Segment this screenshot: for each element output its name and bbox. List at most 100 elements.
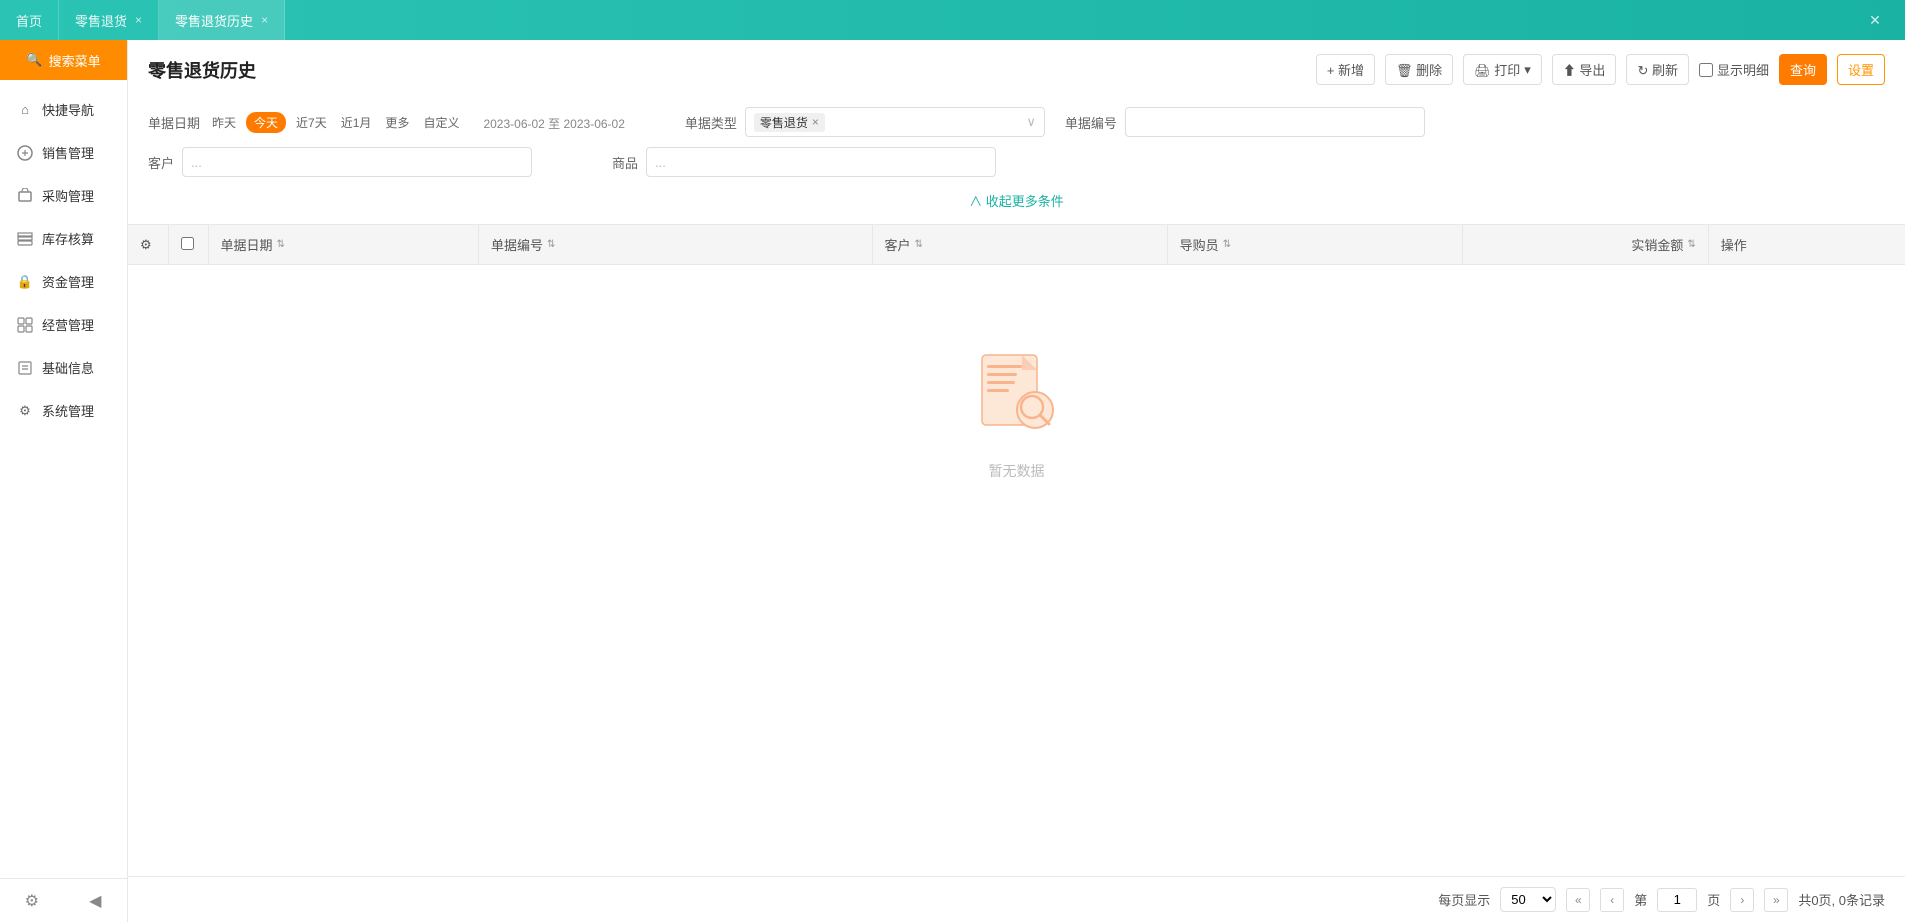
new-button[interactable]: + 新增 (1316, 54, 1375, 85)
filter-area: 单据日期 昨天 今天 近7天 近1月 更多 自定义 2023-06-02 至 2… (148, 97, 1885, 214)
sidebar-item-operation[interactable]: 经营管理 (0, 303, 127, 346)
th-operation-label: 操作 (1721, 238, 1747, 253)
type-select-dropdown-icon: ∨ (1026, 114, 1036, 130)
number-sort-icon: ⇅ (547, 239, 555, 250)
page-first-btn[interactable]: « (1566, 888, 1590, 912)
sidebar-item-purchase[interactable]: 采购管理 (0, 174, 127, 217)
sidebar-item-quicknav[interactable]: ⌂ 快捷导航 (0, 88, 127, 131)
export-button-label: ⬆ 导出 (1563, 60, 1606, 79)
date-filter: 单据日期 昨天 今天 近7天 近1月 更多 自定义 (148, 112, 463, 133)
date-range-text: 2023-06-02 至 2023-06-02 (483, 115, 624, 132)
th-amount-label: 实销金额 (1631, 235, 1683, 254)
goods-filter-label: 商品 (612, 153, 638, 172)
table-header-row: ⚙ 单据日期 ⇅ (128, 225, 1905, 265)
customer-placeholder: ... (191, 155, 202, 170)
print-button[interactable]: 🖨 打印 ▾ (1463, 54, 1542, 85)
tab-retail-return-label: 零售退货 (75, 11, 127, 30)
th-settings[interactable]: ⚙ (128, 225, 168, 265)
print-dropdown-icon: ▾ (1524, 62, 1531, 78)
window-close-btn[interactable]: ✕ (1861, 6, 1889, 34)
settings-icon: ⚙ (140, 237, 152, 252)
date-filter-label: 单据日期 (148, 113, 200, 132)
page-next-icon: › (1740, 893, 1744, 907)
collapse-button[interactable]: ∧ 收起更多条件 (953, 187, 1080, 214)
toolbar: + 新增 🗑 删除 🖨 打印 ▾ ⬆ 导出 ↻ 刷新 (1316, 54, 1885, 85)
empty-text: 暂无数据 (989, 461, 1045, 481)
customer-select[interactable]: ... (182, 147, 532, 177)
sidebar: 🔍 搜索菜单 ⌂ 快捷导航 销售管理 采购管理 (0, 40, 128, 922)
date-today[interactable]: 今天 (246, 112, 286, 133)
date-yesterday[interactable]: 昨天 (208, 112, 240, 133)
type-select[interactable]: 零售退货 × ∨ (745, 107, 1045, 137)
page-size-select[interactable]: 50 20 100 (1500, 887, 1556, 912)
sales-icon (16, 144, 34, 162)
page-prev-btn[interactable]: ‹ (1600, 888, 1624, 912)
page-first-icon: « (1575, 893, 1582, 907)
sidebar-item-system[interactable]: ⚙ 系统管理 (0, 389, 127, 432)
th-guide[interactable]: 导购员 ⇅ (1167, 225, 1462, 265)
customer-filter-label: 客户 (148, 153, 174, 172)
th-date-label: 单据日期 (221, 235, 273, 254)
sidebar-item-baseinfo[interactable]: 基础信息 (0, 346, 127, 389)
tab-retail-return[interactable]: 零售退货 × (59, 0, 159, 40)
page-word-end: 页 (1707, 890, 1720, 909)
nav-tabs: 首页 零售退货 × 零售退货历史 × (0, 0, 1861, 40)
sidebar-item-finance[interactable]: 🔒 资金管理 (0, 260, 127, 303)
type-filter: 单据类型 零售退货 × ∨ (685, 107, 1045, 137)
show-detail-checkbox[interactable]: 显示明细 (1699, 60, 1769, 79)
sidebar-item-system-label: 系统管理 (42, 401, 94, 420)
sidebar-item-quicknav-label: 快捷导航 (42, 100, 94, 119)
query-button-label: 查询 (1790, 60, 1816, 79)
page-next-btn[interactable]: › (1730, 888, 1754, 912)
th-operation: 操作 (1708, 225, 1905, 265)
number-filter-input[interactable] (1125, 107, 1425, 137)
collapse-label: ∧ 收起更多条件 (969, 191, 1064, 210)
tab-retail-return-history[interactable]: 零售退货历史 × (159, 0, 285, 40)
page-header: 零售退货历史 + 新增 🗑 删除 🖨 打印 ▾ ⬆ 导出 (128, 40, 1905, 225)
th-amount[interactable]: 实销金额 ⇅ (1462, 225, 1708, 265)
th-date[interactable]: 单据日期 ⇅ (208, 225, 479, 265)
table-footer: 每页显示 50 20 100 « ‹ 第 页 › (128, 876, 1905, 922)
date-range-display: 2023-06-02 至 2023-06-02 (483, 113, 624, 132)
export-button[interactable]: ⬆ 导出 (1552, 54, 1617, 85)
filter-row-2: 客户 ... 商品 ... (148, 147, 1885, 177)
amount-sort-icon: ⇅ (1687, 239, 1695, 250)
page-title: 零售退货历史 (148, 57, 256, 83)
show-detail-input[interactable] (1699, 63, 1713, 77)
date-7days[interactable]: 近7天 (292, 112, 331, 133)
sidebar-settings-btn[interactable]: ⚙ (16, 885, 48, 917)
type-tag-value: 零售退货 × (754, 113, 825, 132)
search-icon: 🔍 (26, 52, 42, 68)
sidebar-collapse-btn[interactable]: ◀ (79, 885, 111, 917)
home-icon: ⌂ (16, 101, 34, 119)
tab-home[interactable]: 首页 (0, 0, 59, 40)
number-filter-label: 单据编号 (1065, 113, 1117, 132)
inventory-icon (16, 230, 34, 248)
sidebar-search-label: 搜索菜单 (49, 51, 101, 70)
number-filter: 单据编号 (1065, 107, 1425, 137)
date-custom[interactable]: 自定义 (419, 112, 463, 133)
goods-select[interactable]: ... (646, 147, 996, 177)
sidebar-item-sales[interactable]: 销售管理 (0, 131, 127, 174)
type-tag-text: 零售退货 (760, 114, 808, 131)
select-all-checkbox[interactable] (181, 237, 194, 250)
page-last-btn[interactable]: » (1764, 888, 1788, 912)
tab-retail-return-history-close[interactable]: × (261, 13, 268, 27)
delete-button[interactable]: 🗑 删除 (1385, 54, 1453, 85)
th-number[interactable]: 单据编号 ⇅ (479, 225, 873, 265)
sidebar-item-purchase-label: 采购管理 (42, 186, 94, 205)
date-1month[interactable]: 近1月 (337, 112, 376, 133)
th-customer[interactable]: 客户 ⇅ (872, 225, 1167, 265)
page-number-input[interactable] (1657, 888, 1697, 912)
empty-icon (967, 345, 1067, 445)
sidebar-search[interactable]: 🔍 搜索菜单 (0, 40, 127, 80)
tab-retail-return-close[interactable]: × (135, 13, 142, 27)
type-tag-close[interactable]: × (812, 115, 819, 129)
query-button[interactable]: 查询 (1779, 54, 1827, 85)
main-layout: 🔍 搜索菜单 ⌂ 快捷导航 销售管理 采购管理 (0, 40, 1905, 922)
date-more[interactable]: 更多 (381, 112, 413, 133)
setting-button[interactable]: 设置 (1837, 54, 1885, 85)
sidebar-item-inventory[interactable]: 库存核算 (0, 217, 127, 260)
baseinfo-icon (16, 359, 34, 377)
refresh-button[interactable]: ↻ 刷新 (1626, 54, 1689, 85)
